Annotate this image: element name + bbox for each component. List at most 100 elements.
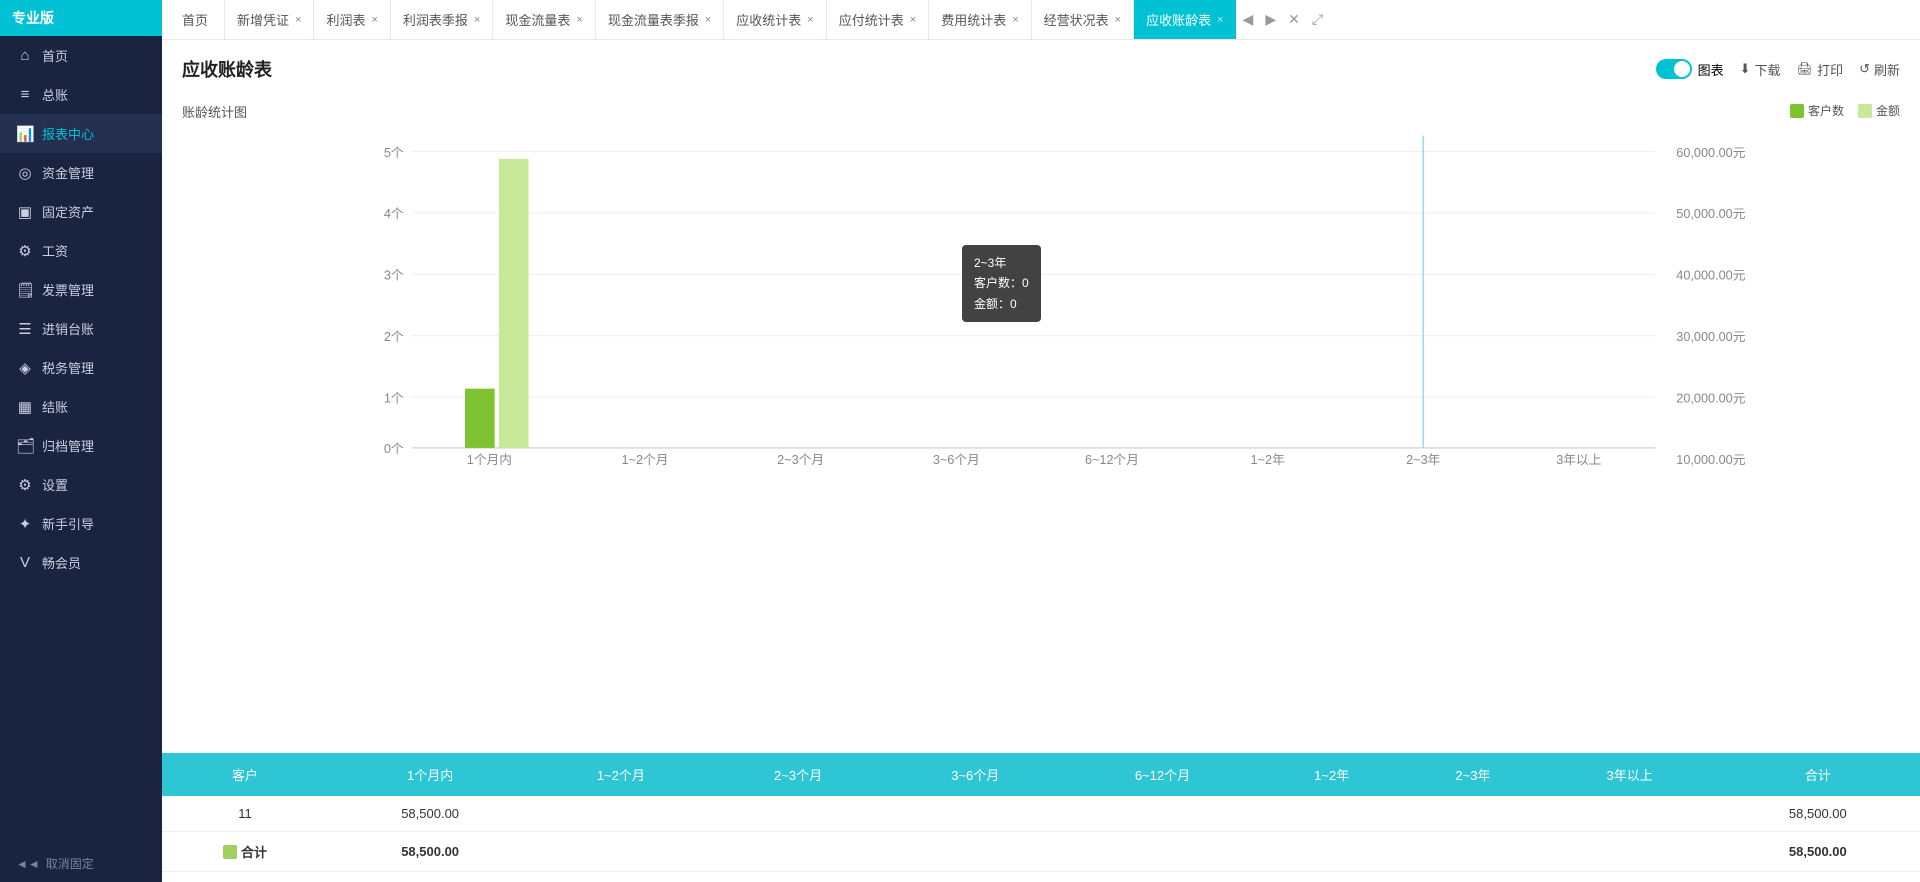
tab-close-all-button[interactable]: ✕ xyxy=(1282,0,1306,40)
th-m1: 1个月内 xyxy=(328,753,532,796)
app-logo: 专业版 xyxy=(0,0,162,36)
svg-text:2~3年: 2~3年 xyxy=(1406,453,1441,467)
report-icon: 📊 xyxy=(16,125,34,143)
tab-voucher[interactable]: 新增凭证 × xyxy=(225,0,314,40)
tab-close-voucher[interactable]: × xyxy=(295,14,301,26)
table-area: 客户 1个月内 1~2个月 2~3个月 3~6个月 6~12个月 1~2年 2~… xyxy=(162,753,1920,882)
td-total-label: 合计 xyxy=(162,832,328,872)
tab-close-expense-stat[interactable]: × xyxy=(1012,14,1018,26)
tab-profit[interactable]: 利润表 × xyxy=(314,0,390,40)
download-icon: ⬇ xyxy=(1740,61,1751,77)
td-total-m36 xyxy=(887,832,1064,872)
close-accounts-icon: ▦ xyxy=(16,398,34,416)
tab-next-button[interactable]: ▶ xyxy=(1259,0,1282,40)
chart-title: 账龄统计图 xyxy=(182,102,1900,121)
svg-text:1~2个月: 1~2个月 xyxy=(622,453,669,467)
svg-text:1个: 1个 xyxy=(384,391,404,405)
sidebar-item-home[interactable]: ⌂ 首页 xyxy=(0,36,162,75)
td-y12 xyxy=(1261,796,1402,832)
svg-text:2个: 2个 xyxy=(384,330,404,344)
svg-text:1~2年: 1~2年 xyxy=(1250,453,1285,467)
th-y23: 2~3年 xyxy=(1402,753,1543,796)
tab-profit-quarter[interactable]: 利润表季报 × xyxy=(391,0,493,40)
chart-svg: 5个 4个 3个 2个 1个 0个 60,000.00元 50,000.00元 … xyxy=(182,125,1900,485)
sidebar-item-member[interactable]: V 畅会员 xyxy=(0,543,162,582)
sidebar-item-ledger[interactable]: ≡ 总账 xyxy=(0,75,162,114)
tab-close-biz-status[interactable]: × xyxy=(1115,14,1121,26)
tab-prev-button[interactable]: ◀ xyxy=(1237,0,1260,40)
td-total-m23 xyxy=(709,832,886,872)
asset-icon: ▣ xyxy=(16,203,34,221)
print-button[interactable]: 🖨 打印 xyxy=(1797,60,1844,79)
tab-close-payable-stat[interactable]: × xyxy=(910,14,916,26)
sidebar-item-report[interactable]: 📊 报表中心 xyxy=(0,114,162,153)
sidebar-item-asset[interactable]: ▣ 固定资产 xyxy=(0,192,162,231)
main-content: 首页 新增凭证 × 利润表 × 利润表季报 × 现金流量表 × 现金流量表季报 … xyxy=(162,0,1920,882)
th-y12: 1~2年 xyxy=(1261,753,1402,796)
tab-close-profit-quarter[interactable]: × xyxy=(474,14,480,26)
page-area: 应收账龄表 图表 ⬇ 下载 🖨 打印 ↺ 刷新 xyxy=(162,40,1920,882)
sidebar-item-tax[interactable]: ◈ 税务管理 xyxy=(0,348,162,387)
svg-text:40,000.00元: 40,000.00元 xyxy=(1676,269,1745,283)
th-customer: 客户 xyxy=(162,753,328,796)
sidebar-item-stock[interactable]: ☰ 进销台账 xyxy=(0,309,162,348)
svg-text:20,000.00元: 20,000.00元 xyxy=(1676,391,1745,405)
sidebar-item-salary[interactable]: ⚙ 工资 xyxy=(0,231,162,270)
svg-text:30,000.00元: 30,000.00元 xyxy=(1676,330,1745,344)
tab-cashflow[interactable]: 现金流量表 × xyxy=(493,0,595,40)
svg-text:5个: 5个 xyxy=(384,146,404,160)
sidebar-item-archive[interactable]: 🗂 归档管理 xyxy=(0,426,162,465)
data-table: 客户 1个月内 1~2个月 2~3个月 3~6个月 6~12个月 1~2年 2~… xyxy=(162,753,1920,872)
member-icon: V xyxy=(16,554,34,571)
svg-text:2~3个月: 2~3个月 xyxy=(777,453,824,467)
page-actions: 图表 ⬇ 下载 🖨 打印 ↺ 刷新 xyxy=(1656,59,1900,79)
td-total-m12 xyxy=(532,832,709,872)
td-customer: 11 xyxy=(162,796,328,832)
td-total-m1: 58,500.00 xyxy=(328,832,532,872)
chart-area: 账龄统计图 客户数 金额 5个 4个 3个 2个 1个 xyxy=(162,92,1920,753)
sidebar-item-invoice[interactable]: 🗒 发票管理 xyxy=(0,270,162,309)
unpin-button[interactable]: ◄◄ 取消固定 xyxy=(0,845,162,882)
bar-amount-0 xyxy=(499,159,529,448)
chart-toggle-label: 图表 xyxy=(1698,60,1724,79)
sidebar-item-close[interactable]: ▦ 结账 xyxy=(0,387,162,426)
tab-expand-button[interactable]: ⤢ xyxy=(1306,0,1329,40)
refresh-button[interactable]: ↺ 刷新 xyxy=(1859,60,1900,79)
tab-close-cashflow-quarter[interactable]: × xyxy=(705,14,711,26)
tab-close-profit[interactable]: × xyxy=(371,14,377,26)
th-m12: 1~2个月 xyxy=(532,753,709,796)
legend-amount: 金额 xyxy=(1858,102,1900,119)
chart-toggle-wrap[interactable]: 图表 xyxy=(1656,59,1724,79)
tab-ar-aging[interactable]: 应收账龄表 × xyxy=(1134,0,1236,40)
td-y23 xyxy=(1402,796,1543,832)
th-m612: 6~12个月 xyxy=(1064,753,1261,796)
tab-close-ar-aging[interactable]: × xyxy=(1217,14,1223,26)
td-total: 58,500.00 xyxy=(1716,796,1920,832)
tab-biz-status[interactable]: 经营状况表 × xyxy=(1032,0,1134,40)
chart-legend: 客户数 金额 xyxy=(1790,102,1900,119)
sidebar-item-fund[interactable]: ◎ 资金管理 xyxy=(0,153,162,192)
chart-toggle-switch[interactable] xyxy=(1656,59,1692,79)
settings-icon: ⚙ xyxy=(16,476,34,494)
tab-close-receivable-stat[interactable]: × xyxy=(807,14,813,26)
stock-icon: ☰ xyxy=(16,320,34,338)
tab-cashflow-quarter[interactable]: 现金流量表季报 × xyxy=(596,0,724,40)
tab-home[interactable]: 首页 xyxy=(166,0,225,40)
home-icon: ⌂ xyxy=(16,47,34,64)
sidebar-item-guide[interactable]: ✦ 新手引导 xyxy=(0,504,162,543)
svg-text:50,000.00元: 50,000.00元 xyxy=(1676,207,1745,221)
svg-text:60,000.00元: 60,000.00元 xyxy=(1676,146,1745,160)
page-title: 应收账龄表 xyxy=(182,56,272,82)
th-m23: 2~3个月 xyxy=(709,753,886,796)
td-y3plus xyxy=(1544,796,1716,832)
tab-close-cashflow[interactable]: × xyxy=(576,14,582,26)
td-total-y3plus xyxy=(1544,832,1716,872)
download-button[interactable]: ⬇ 下载 xyxy=(1740,60,1781,79)
sidebar-item-settings[interactable]: ⚙ 设置 xyxy=(0,465,162,504)
guide-icon: ✦ xyxy=(16,515,34,533)
tab-expense-stat[interactable]: 费用统计表 × xyxy=(929,0,1031,40)
th-y3plus: 3年以上 xyxy=(1544,753,1716,796)
tab-receivable-stat[interactable]: 应收统计表 × xyxy=(724,0,826,40)
td-m612 xyxy=(1064,796,1261,832)
tab-payable-stat[interactable]: 应付统计表 × xyxy=(827,0,929,40)
